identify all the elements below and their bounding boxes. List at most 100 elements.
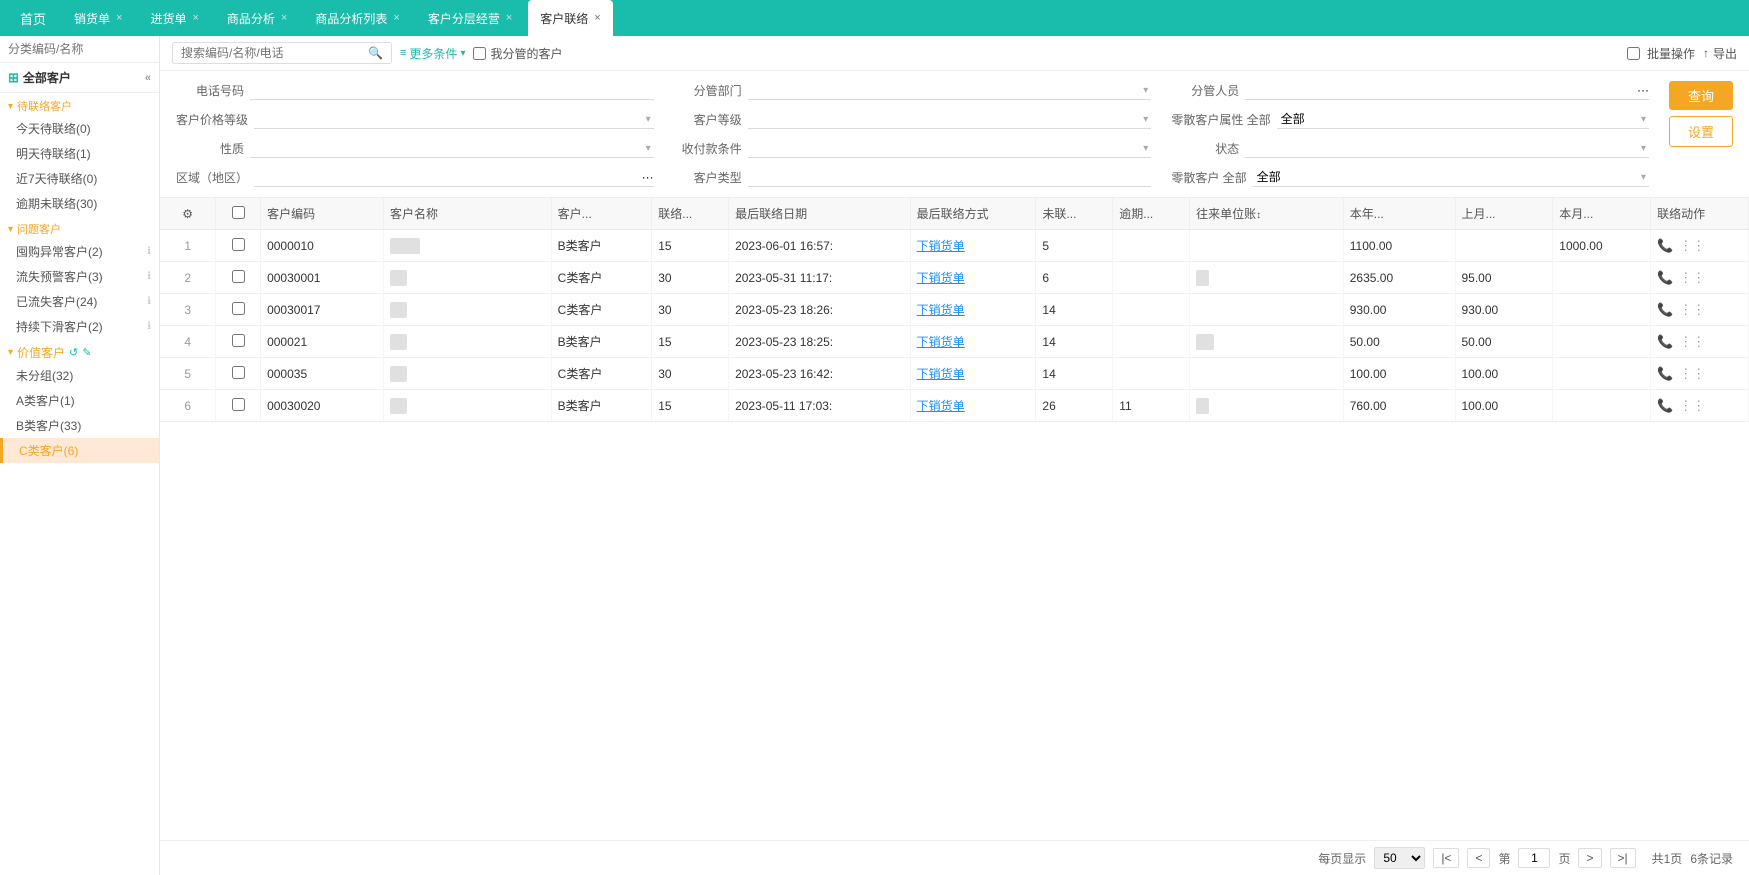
row-last-method[interactable]: 下销货单 — [910, 326, 1036, 358]
region-input[interactable] — [254, 168, 642, 186]
query-btn[interactable]: 查询 — [1669, 81, 1733, 110]
nav-purchase[interactable]: 进货单 × — [138, 0, 210, 36]
search-input[interactable] — [181, 46, 368, 60]
nav-home[interactable]: 首页 — [8, 0, 58, 36]
action-phone-icon[interactable]: 📞 — [1657, 302, 1673, 318]
sidebar-all-customers[interactable]: ⊞ 全部客户 « — [0, 63, 159, 93]
sidebar-group-pending[interactable]: 待联络客户 — [0, 93, 159, 116]
phone-input[interactable] — [250, 81, 654, 99]
status-select[interactable] — [1245, 139, 1638, 157]
row-checkbox[interactable] — [216, 358, 261, 390]
th-contact[interactable]: 联络... — [652, 198, 729, 230]
nav-goods-analysis-close[interactable]: × — [281, 12, 287, 24]
row-last-method[interactable]: 下销货单 — [910, 358, 1036, 390]
batch-op-btn[interactable]: 批量操作 — [1627, 45, 1695, 62]
first-page-btn[interactable]: |< — [1433, 848, 1459, 868]
sidebar-item-today[interactable]: 今天待联络(0) — [0, 116, 159, 141]
th-last-month[interactable]: 上月... — [1455, 198, 1553, 230]
th-last-date[interactable]: 最后联络日期 — [729, 198, 911, 230]
last-page-btn[interactable]: >| — [1610, 848, 1636, 868]
my-customers-check[interactable] — [473, 47, 486, 60]
customer-type-input[interactable] — [748, 168, 1152, 186]
nav-customer-contact[interactable]: 客户联络 × — [528, 0, 612, 36]
sidebar-collapse-icon[interactable]: « — [145, 72, 151, 84]
sparse-customer-select[interactable]: 全部 — [1253, 168, 1638, 186]
nav-goods-list-close[interactable]: × — [393, 12, 399, 24]
action-phone-icon[interactable]: 📞 — [1657, 238, 1673, 254]
row-checkbox[interactable] — [216, 326, 261, 358]
row-last-method[interactable]: 下销货单 — [910, 230, 1036, 262]
page-number-input[interactable] — [1518, 848, 1550, 868]
page-size-select[interactable]: 50 100 — [1374, 847, 1425, 869]
dept-select[interactable] — [748, 81, 1141, 99]
row-type: B类客户 — [551, 326, 652, 358]
th-year[interactable]: 本年... — [1343, 198, 1455, 230]
action-more-icon[interactable]: ⋮⋮ — [1679, 398, 1705, 414]
action-more-icon[interactable]: ⋮⋮ — [1679, 270, 1705, 286]
action-phone-icon[interactable]: 📞 — [1657, 334, 1673, 350]
nav-sales[interactable]: 销货单 × — [62, 0, 134, 36]
th-this-month[interactable]: 本月... — [1553, 198, 1651, 230]
price-level-select[interactable] — [254, 110, 643, 128]
customer-level-select[interactable] — [748, 110, 1141, 128]
row-checkbox[interactable] — [216, 262, 261, 294]
action-more-icon[interactable]: ⋮⋮ — [1679, 366, 1705, 382]
action-more-icon[interactable]: ⋮⋮ — [1679, 302, 1705, 318]
nav-customer-layer-close[interactable]: × — [506, 12, 512, 24]
sidebar-item-a-class[interactable]: A类客户(1) — [0, 388, 159, 413]
sidebar-item-churned[interactable]: 已流失客户(24)ℹ — [0, 289, 159, 314]
sidebar-item-overdue[interactable]: 逾期未联络(30) — [0, 191, 159, 216]
nav-goods-list[interactable]: 商品分析列表 × — [303, 0, 411, 36]
next-page-btn[interactable]: > — [1578, 848, 1601, 868]
nav-customer-layer[interactable]: 客户分层经营 × — [416, 0, 524, 36]
th-customer-type[interactable]: 客户... — [551, 198, 652, 230]
row-checkbox[interactable] — [216, 230, 261, 262]
action-more-icon[interactable]: ⋮⋮ — [1679, 334, 1705, 350]
th-no-contact[interactable]: 未联... — [1036, 198, 1113, 230]
action-phone-icon[interactable]: 📞 — [1657, 398, 1673, 414]
th-last-method[interactable]: 最后联络方式 — [910, 198, 1036, 230]
nature-select[interactable] — [250, 139, 643, 157]
sidebar-item-c-class[interactable]: C类客户(6) — [0, 438, 159, 463]
sidebar-item-tomorrow[interactable]: 明天待联络(1) — [0, 141, 159, 166]
row-last-method[interactable]: 下销货单 — [910, 390, 1036, 422]
my-customers-checkbox[interactable]: 我分管的客户 — [473, 45, 562, 62]
action-more-icon[interactable]: ⋮⋮ — [1679, 238, 1705, 254]
sidebar-item-7days[interactable]: 近7天待联络(0) — [0, 166, 159, 191]
more-conditions-btn[interactable]: ≡ 更多条件 ▾ — [400, 45, 465, 62]
manager-more-btn[interactable]: ··· — [1637, 83, 1649, 97]
nav-sales-close[interactable]: × — [116, 12, 122, 24]
sidebar-item-declining[interactable]: 持续下滑客户(2)ℹ — [0, 314, 159, 339]
sidebar-item-b-class[interactable]: B类客户(33) — [0, 413, 159, 438]
sidebar-item-ungrouped[interactable]: 未分组(32) — [0, 363, 159, 388]
prev-page-btn[interactable]: < — [1467, 848, 1490, 868]
sparse-attr-select[interactable]: 全部 — [1277, 110, 1638, 128]
row-last-method[interactable]: 下销货单 — [910, 294, 1036, 326]
search-icon[interactable]: 🔍 — [368, 46, 383, 60]
row-checkbox[interactable] — [216, 390, 261, 422]
nav-purchase-close[interactable]: × — [192, 12, 198, 24]
set-btn[interactable]: 设置 — [1669, 116, 1733, 147]
region-more-btn[interactable]: ··· — [642, 170, 654, 184]
th-name[interactable]: 客户名称 — [384, 198, 552, 230]
sidebar-group-problem[interactable]: 问题客户 — [0, 216, 159, 239]
export-btn[interactable]: ↑ 导出 — [1703, 45, 1737, 62]
sidebar-item-churn-warning[interactable]: 流失预警客户(3)ℹ — [0, 264, 159, 289]
manager-input[interactable] — [1245, 81, 1637, 99]
th-settings[interactable]: ⚙ — [160, 198, 216, 230]
nav-goods-analysis[interactable]: 商品分析 × — [215, 0, 299, 36]
row-checkbox[interactable] — [216, 294, 261, 326]
th-action[interactable]: 联络动作 — [1651, 198, 1749, 230]
th-overdue[interactable]: 逾期... — [1113, 198, 1190, 230]
th-checkbox[interactable] — [216, 198, 261, 230]
nav-customer-contact-close[interactable]: × — [594, 12, 600, 24]
th-balance[interactable]: 往来单位账↕ — [1190, 198, 1344, 230]
th-code[interactable]: 客户编码 — [261, 198, 384, 230]
sidebar-search-input[interactable] — [8, 42, 160, 56]
sidebar-group-value[interactable]: 价值客户 ↺ ✎ — [0, 339, 159, 363]
action-phone-icon[interactable]: 📞 — [1657, 270, 1673, 286]
payment-select[interactable] — [748, 139, 1141, 157]
sidebar-item-hoarding[interactable]: 囤购异常客户(2)ℹ — [0, 239, 159, 264]
action-phone-icon[interactable]: 📞 — [1657, 366, 1673, 382]
row-last-method[interactable]: 下销货单 — [910, 262, 1036, 294]
